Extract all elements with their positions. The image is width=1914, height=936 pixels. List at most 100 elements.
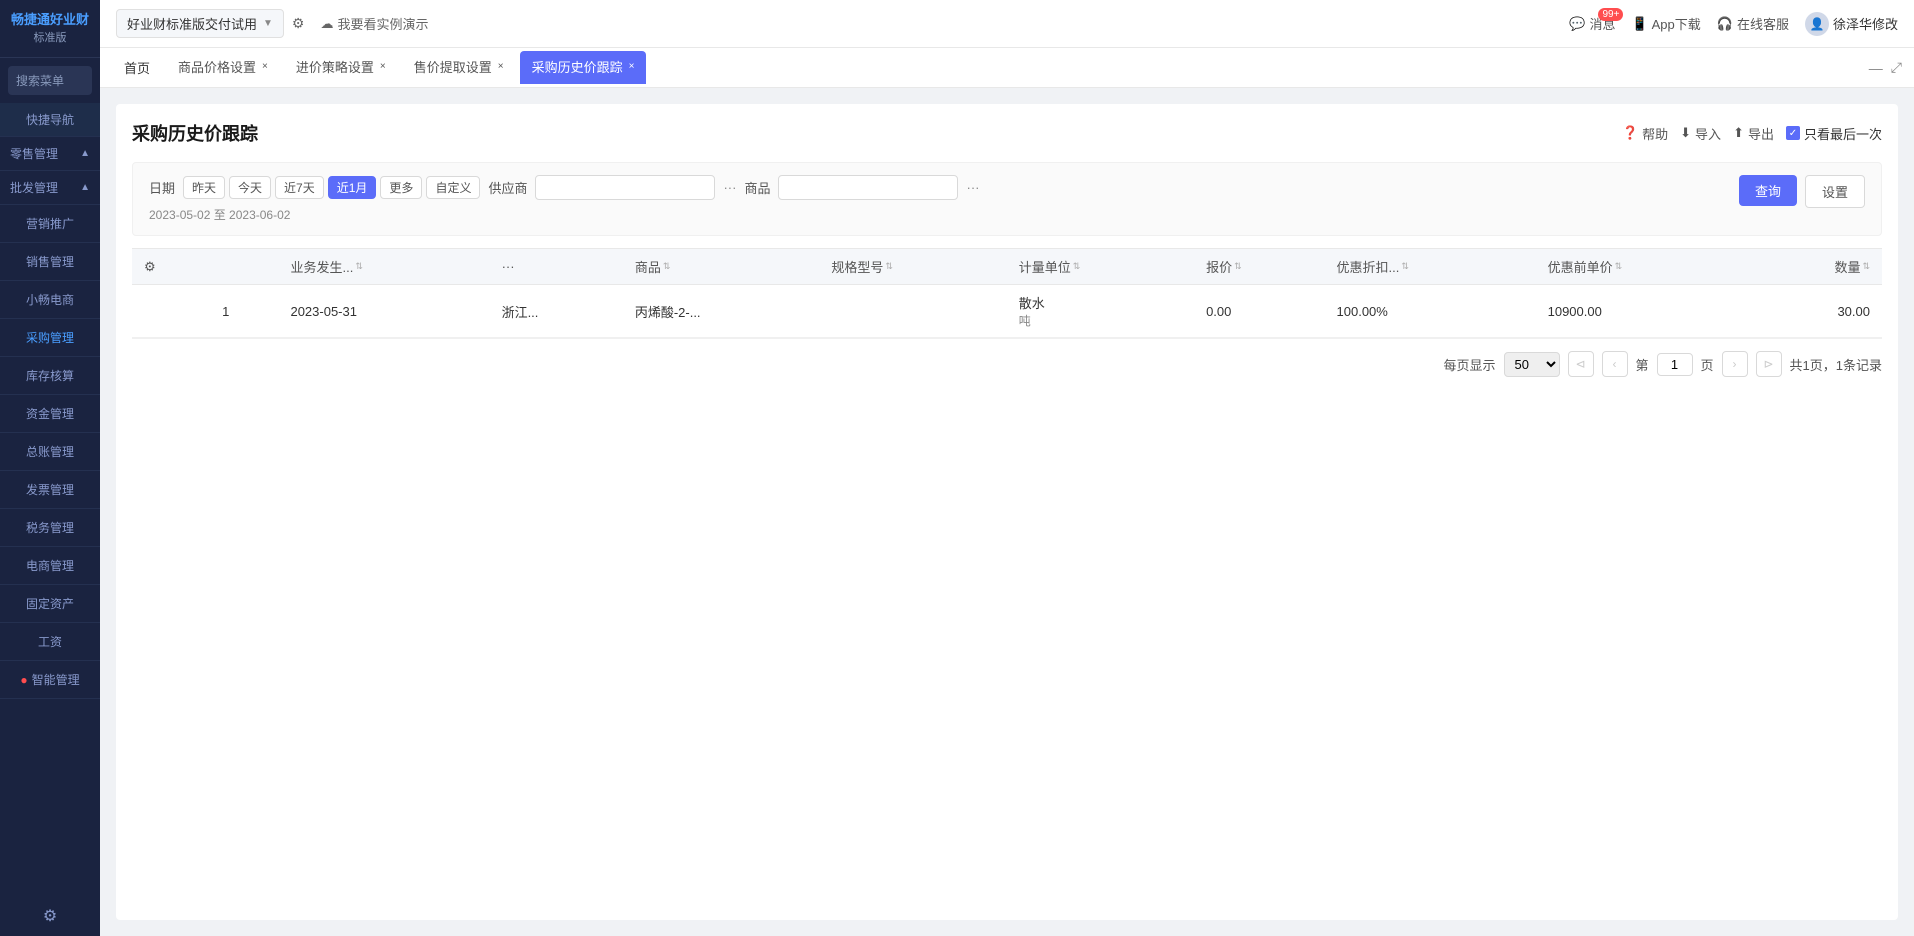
- sidebar-item-ecommerce[interactable]: 电商管理: [0, 547, 100, 585]
- tab-close-icon[interactable]: ×: [262, 61, 268, 72]
- sort-quantity[interactable]: 数量 ⇅: [1834, 257, 1870, 276]
- sidebar-search-button[interactable]: 搜索菜单: [8, 66, 92, 95]
- window-minimize-icon[interactable]: —: [1869, 60, 1883, 76]
- export-icon: ⬆: [1733, 125, 1744, 141]
- page-number-input[interactable]: [1657, 353, 1693, 376]
- date-btn-today[interactable]: 今天: [229, 176, 271, 199]
- cell-supplier: 浙江...: [490, 285, 623, 338]
- sidebar-item-ledger[interactable]: 总账管理: [0, 433, 100, 471]
- chevron-up-icon: ▲: [80, 148, 90, 159]
- date-btn-custom[interactable]: 自定义: [426, 176, 480, 199]
- version-selector[interactable]: 好业财标准版交付试用 ▼: [116, 9, 284, 38]
- date-btn-1month[interactable]: 近1月: [328, 176, 377, 199]
- page-header: 采购历史价跟踪 ❓ 帮助 ⬇ 导入 ⬆ 导出 ✓: [132, 120, 1882, 146]
- page-title: 采购历史价跟踪: [132, 120, 258, 146]
- goods-more-icon[interactable]: ···: [966, 180, 979, 195]
- col-index: [210, 249, 278, 285]
- tab-home[interactable]: 首页: [112, 52, 162, 83]
- sort-icon-discount: ⇅: [1401, 261, 1409, 272]
- supplier-input[interactable]: [535, 175, 715, 200]
- tab-purchase-history[interactable]: 采购历史价跟踪 ×: [520, 51, 647, 84]
- total-info: 共1页，1条记录: [1790, 355, 1882, 374]
- col-discount[interactable]: 优惠折扣... ⇅: [1325, 249, 1536, 285]
- sidebar-item-sales[interactable]: 销售管理: [0, 243, 100, 281]
- sidebar: 畅捷通好业财 标准版 搜索菜单 快捷导航 零售管理 ▲ 批发管理 ▲ 营销推广 …: [0, 0, 100, 936]
- messages-button[interactable]: 💬 消息 99+: [1569, 14, 1615, 33]
- sidebar-item-ai[interactable]: ●智能管理: [0, 661, 100, 699]
- only-last-label: 只看最后一次: [1804, 124, 1882, 143]
- table-row[interactable]: 1 2023-05-31 浙江... 丙烯酸-2-... 散水吨 0.00 10…: [132, 285, 1882, 338]
- page-content: 采购历史价跟踪 ❓ 帮助 ⬇ 导入 ⬆ 导出 ✓: [100, 88, 1914, 936]
- col-goods[interactable]: 商品 ⇅: [623, 249, 820, 285]
- import-label: 导入: [1695, 124, 1721, 143]
- sort-original-price[interactable]: 优惠前单价 ⇅: [1548, 257, 1623, 276]
- sort-icon-price: ⇅: [1234, 261, 1242, 272]
- sidebar-item-retail[interactable]: 零售管理 ▲: [0, 137, 100, 171]
- sidebar-quick-nav[interactable]: 快捷导航: [0, 103, 100, 137]
- demo-link[interactable]: ☁ 我要看实例演示: [320, 14, 428, 33]
- sidebar-item-invoice[interactable]: 发票管理: [0, 471, 100, 509]
- sort-goods[interactable]: 商品 ⇅: [635, 257, 671, 276]
- page-prev-button[interactable]: ‹: [1602, 351, 1628, 377]
- import-button[interactable]: ⬇ 导入: [1680, 124, 1721, 143]
- table-header: ⚙ 业务发生... ⇅ ··· 商品 ⇅: [132, 249, 1882, 285]
- settings-button[interactable]: 设置: [1805, 175, 1865, 208]
- goods-input[interactable]: [778, 175, 958, 200]
- col-quantity[interactable]: 数量 ⇅: [1751, 249, 1882, 285]
- sort-discount[interactable]: 优惠折扣... ⇅: [1337, 257, 1409, 276]
- query-button[interactable]: 查询: [1739, 175, 1797, 206]
- sort-unit[interactable]: 计量单位 ⇅: [1019, 257, 1081, 276]
- page-next-button[interactable]: ›: [1722, 351, 1748, 377]
- sidebar-settings-icon[interactable]: ⚙: [0, 896, 100, 936]
- tab-sale-price[interactable]: 售价提取设置 ×: [402, 51, 516, 84]
- demo-label: 我要看实例演示: [337, 14, 428, 33]
- page-first-button[interactable]: ⊲: [1568, 351, 1594, 377]
- col-unit[interactable]: 计量单位 ⇅: [1007, 249, 1194, 285]
- sort-price[interactable]: 报价 ⇅: [1206, 257, 1242, 276]
- sidebar-item-ecommerce-small[interactable]: 小畅电商: [0, 281, 100, 319]
- table-header-row: ⚙ 业务发生... ⇅ ··· 商品 ⇅: [132, 249, 1882, 285]
- col-original-price[interactable]: 优惠前单价 ⇅: [1536, 249, 1752, 285]
- col-price[interactable]: 报价 ⇅: [1194, 249, 1324, 285]
- app-download-button[interactable]: 📱 App下载: [1631, 14, 1700, 33]
- cloud-icon: ☁: [320, 16, 333, 32]
- col-spec[interactable]: 规格型号 ⇅: [819, 249, 1006, 285]
- page-label: 第: [1636, 355, 1649, 374]
- sidebar-item-payroll[interactable]: 工资: [0, 623, 100, 661]
- tab-close-icon2[interactable]: ×: [380, 61, 386, 72]
- mobile-icon: 📱: [1631, 16, 1647, 32]
- date-btn-7days[interactable]: 近7天: [275, 176, 324, 199]
- online-service-button[interactable]: 🎧 在线客服: [1717, 14, 1789, 33]
- sidebar-item-funds[interactable]: 资金管理: [0, 395, 100, 433]
- tab-goods-price[interactable]: 商品价格设置 ×: [166, 51, 280, 84]
- export-button[interactable]: ⬆ 导出: [1733, 124, 1774, 143]
- tab-close-icon4[interactable]: ×: [629, 61, 635, 72]
- sidebar-item-purchase[interactable]: 采购管理: [0, 319, 100, 357]
- help-button[interactable]: ❓ 帮助: [1622, 124, 1668, 143]
- sidebar-item-tax[interactable]: 税务管理: [0, 509, 100, 547]
- version-selector-text: 好业财标准版交付试用: [127, 14, 257, 33]
- supplier-more-icon[interactable]: ···: [723, 180, 736, 195]
- sort-date[interactable]: 业务发生... ⇅: [290, 257, 362, 276]
- col-more[interactable]: ···: [490, 249, 623, 285]
- page-last-button[interactable]: ⊳: [1756, 351, 1782, 377]
- col-date[interactable]: 业务发生... ⇅: [278, 249, 489, 285]
- only-last-checkbox[interactable]: ✓ 只看最后一次: [1786, 124, 1882, 143]
- sidebar-item-wholesale[interactable]: 批发管理 ▲: [0, 171, 100, 205]
- user-menu[interactable]: 👤 徐泽华修改: [1805, 12, 1898, 36]
- tab-purchase-strategy[interactable]: 进价策略设置 ×: [284, 51, 398, 84]
- sort-spec[interactable]: 规格型号 ⇅: [831, 257, 893, 276]
- sidebar-item-assets[interactable]: 固定资产: [0, 585, 100, 623]
- sidebar-item-wholesale-label: 批发管理: [10, 179, 58, 196]
- sidebar-item-marketing[interactable]: 营销推广: [0, 205, 100, 243]
- filter-fields: 日期 昨天 今天 近7天 近1月 更多 自定义 供应商 ···: [149, 175, 1723, 223]
- per-page-select[interactable]: 10 20 50 100: [1504, 352, 1560, 377]
- date-btn-yesterday[interactable]: 昨天: [183, 176, 225, 199]
- tabbar: 首页 商品价格设置 × 进价策略设置 × 售价提取设置 × 采购历史价跟踪 × …: [100, 48, 1914, 88]
- sidebar-item-inventory[interactable]: 库存核算: [0, 357, 100, 395]
- topbar-settings-icon[interactable]: ⚙: [292, 15, 305, 32]
- date-btn-more[interactable]: 更多: [380, 176, 422, 199]
- window-maximize-icon[interactable]: ⤢: [1891, 59, 1902, 76]
- col-settings[interactable]: ⚙: [132, 249, 210, 285]
- tab-close-icon3[interactable]: ×: [498, 61, 504, 72]
